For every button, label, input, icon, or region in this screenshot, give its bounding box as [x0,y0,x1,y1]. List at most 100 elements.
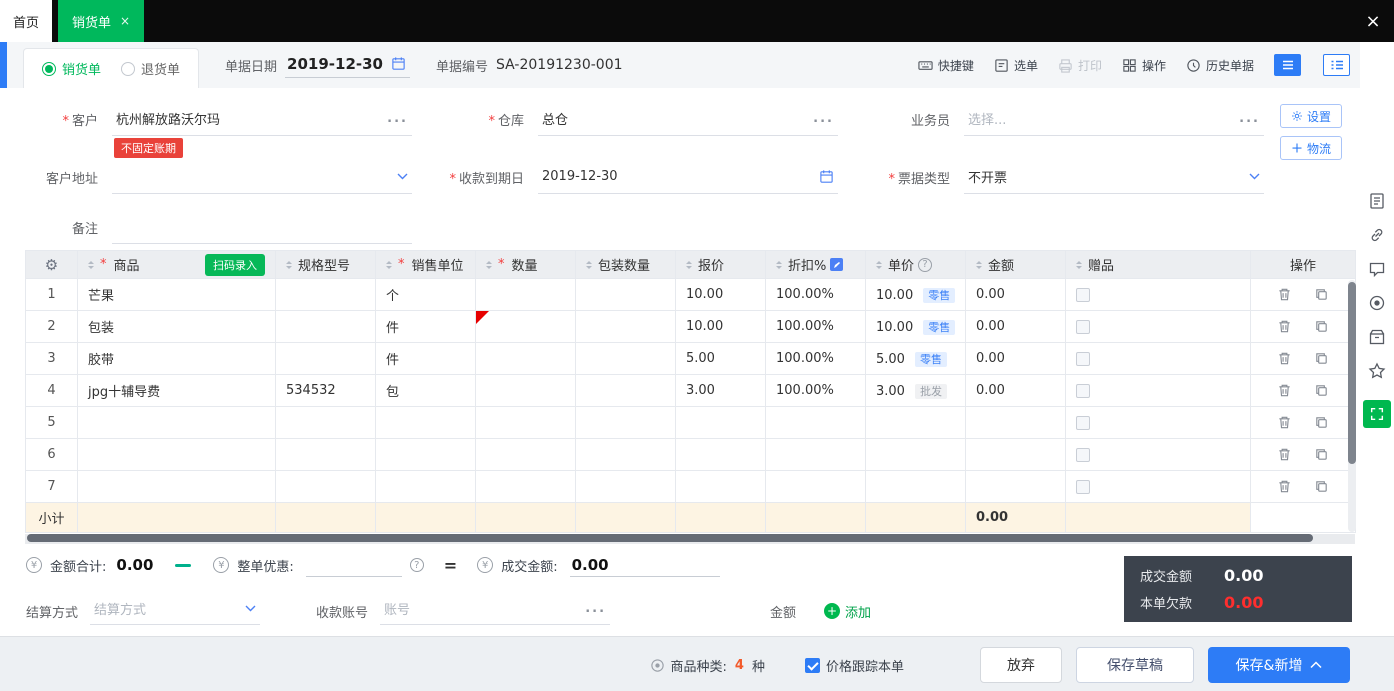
sort-icon[interactable] [286,261,292,269]
cell-unit-price[interactable]: 3.00批发 [866,375,966,407]
cell-unit[interactable] [376,407,476,439]
cell-quote[interactable]: 10.00 [676,279,766,311]
warehouse-picker-button[interactable]: ... [813,111,834,126]
sort-icon[interactable] [686,261,692,269]
unit-price-header[interactable]: 单价? [866,251,966,279]
cell-unit-price[interactable] [866,439,966,471]
sort-icon[interactable] [386,261,392,269]
cell-amount[interactable]: 0.00 [966,375,1066,407]
cell-unit[interactable]: 件 [376,311,476,343]
cell-discount[interactable] [766,439,866,471]
account-field[interactable]: 账号 ... [380,597,610,625]
cell-spec[interactable] [276,279,376,311]
cell-product[interactable]: 包装 [78,311,276,343]
scan-input-button[interactable]: 扫码录入 [205,254,265,276]
delete-row-icon[interactable] [1277,479,1292,494]
horizontal-scrollbar-thumb[interactable] [27,534,1313,542]
cancel-button[interactable]: 放弃 [980,647,1062,683]
help-icon[interactable]: ? [918,258,932,272]
window-close-icon[interactable]: × [1352,0,1394,42]
help-icon[interactable]: ? [410,558,424,572]
cell-quote[interactable] [676,439,766,471]
cell-discount[interactable]: 100.00% [766,375,866,407]
cell-spec[interactable] [276,311,376,343]
gift-checkbox[interactable] [1076,448,1090,462]
gift-checkbox[interactable] [1076,288,1090,302]
cell-pack-qty[interactable] [576,311,676,343]
history-orders-button[interactable]: 历史单据 [1186,57,1254,74]
cell-spec[interactable] [276,439,376,471]
delete-row-icon[interactable] [1277,319,1292,334]
gear-icon[interactable]: ⚙ [36,256,67,274]
chevron-down-icon[interactable] [1249,173,1260,180]
cell-pack-qty[interactable] [576,439,676,471]
cell-unit-price[interactable]: 10.00零售 [866,311,966,343]
bill-type-select[interactable]: 不开票 [964,164,1264,194]
cell-amount[interactable]: 0.00 [966,343,1066,375]
calendar-icon[interactable] [819,169,834,184]
quote-header[interactable]: 报价 [676,251,766,279]
delete-row-icon[interactable] [1277,447,1292,462]
cell-unit-price[interactable]: 10.00零售 [866,279,966,311]
cell-amount[interactable] [966,471,1066,503]
cell-pack-qty[interactable] [576,375,676,407]
shortcut-button[interactable]: 快捷键 [918,57,974,74]
pick-order-button[interactable]: 选单 [994,57,1038,74]
customer-field[interactable]: 杭州解放路沃尔玛 ... 不固定账期 [112,106,412,136]
cell-quote[interactable]: 10.00 [676,311,766,343]
sort-icon[interactable] [486,261,492,269]
gift-checkbox[interactable] [1076,352,1090,366]
tab-sales-order[interactable]: 销货单 × [58,0,144,42]
save-draft-button[interactable]: 保存草稿 [1076,647,1194,683]
price-type-tag[interactable]: 批发 [915,384,947,399]
cell-amount[interactable] [966,407,1066,439]
cell-qty[interactable] [476,343,576,375]
cell-spec[interactable] [276,343,376,375]
cell-pack-qty[interactable] [576,279,676,311]
cell-spec[interactable] [276,407,376,439]
column-settings-header[interactable]: ⚙ [26,251,78,279]
edit-discount-icon[interactable] [830,258,843,271]
save-and-new-button[interactable]: 保存&新增 [1208,647,1350,683]
cell-discount[interactable]: 100.00% [766,311,866,343]
cell-discount[interactable] [766,471,866,503]
warehouse-field[interactable]: 总仓 ... [538,106,838,136]
cell-spec[interactable]: 534532 [276,375,376,407]
sort-icon[interactable] [976,261,982,269]
fullscreen-icon[interactable] [1363,400,1391,428]
price-track-checkbox[interactable] [805,658,820,673]
delete-row-icon[interactable] [1277,383,1292,398]
cell-unit-price[interactable] [866,407,966,439]
sort-icon[interactable] [88,261,94,269]
cell-pack-qty[interactable] [576,471,676,503]
tab-close-icon[interactable]: × [120,14,130,28]
doc-date-input[interactable]: 2019-12-30 [285,53,410,78]
delete-row-icon[interactable] [1277,415,1292,430]
copy-row-icon[interactable] [1314,415,1329,430]
add-payment-button[interactable]: + 添加 [824,602,871,621]
copy-row-icon[interactable] [1314,447,1329,462]
sort-icon[interactable] [876,261,882,269]
view-detail-toggle[interactable] [1323,54,1350,76]
cell-qty[interactable] [476,439,576,471]
amount-header[interactable]: 金额 [966,251,1066,279]
cell-product[interactable] [78,471,276,503]
delete-row-icon[interactable] [1277,287,1292,302]
cell-unit-price[interactable]: 5.00零售 [866,343,966,375]
gift-header[interactable]: 赠品 [1066,251,1251,279]
sort-icon[interactable] [776,261,782,269]
operations-button[interactable]: 操作 [1122,57,1166,74]
tab-home[interactable]: 首页 [0,0,52,42]
copy-row-icon[interactable] [1314,479,1329,494]
copy-row-icon[interactable] [1314,351,1329,366]
sort-icon[interactable] [1076,261,1082,269]
delete-row-icon[interactable] [1277,351,1292,366]
form-icon[interactable] [1368,192,1386,210]
cell-amount[interactable]: 0.00 [966,311,1066,343]
link-icon[interactable] [1368,226,1386,244]
copy-row-icon[interactable] [1314,383,1329,398]
copy-row-icon[interactable] [1314,287,1329,302]
cell-unit[interactable]: 件 [376,343,476,375]
cell-amount[interactable]: 0.00 [966,279,1066,311]
price-type-tag[interactable]: 零售 [915,352,947,367]
